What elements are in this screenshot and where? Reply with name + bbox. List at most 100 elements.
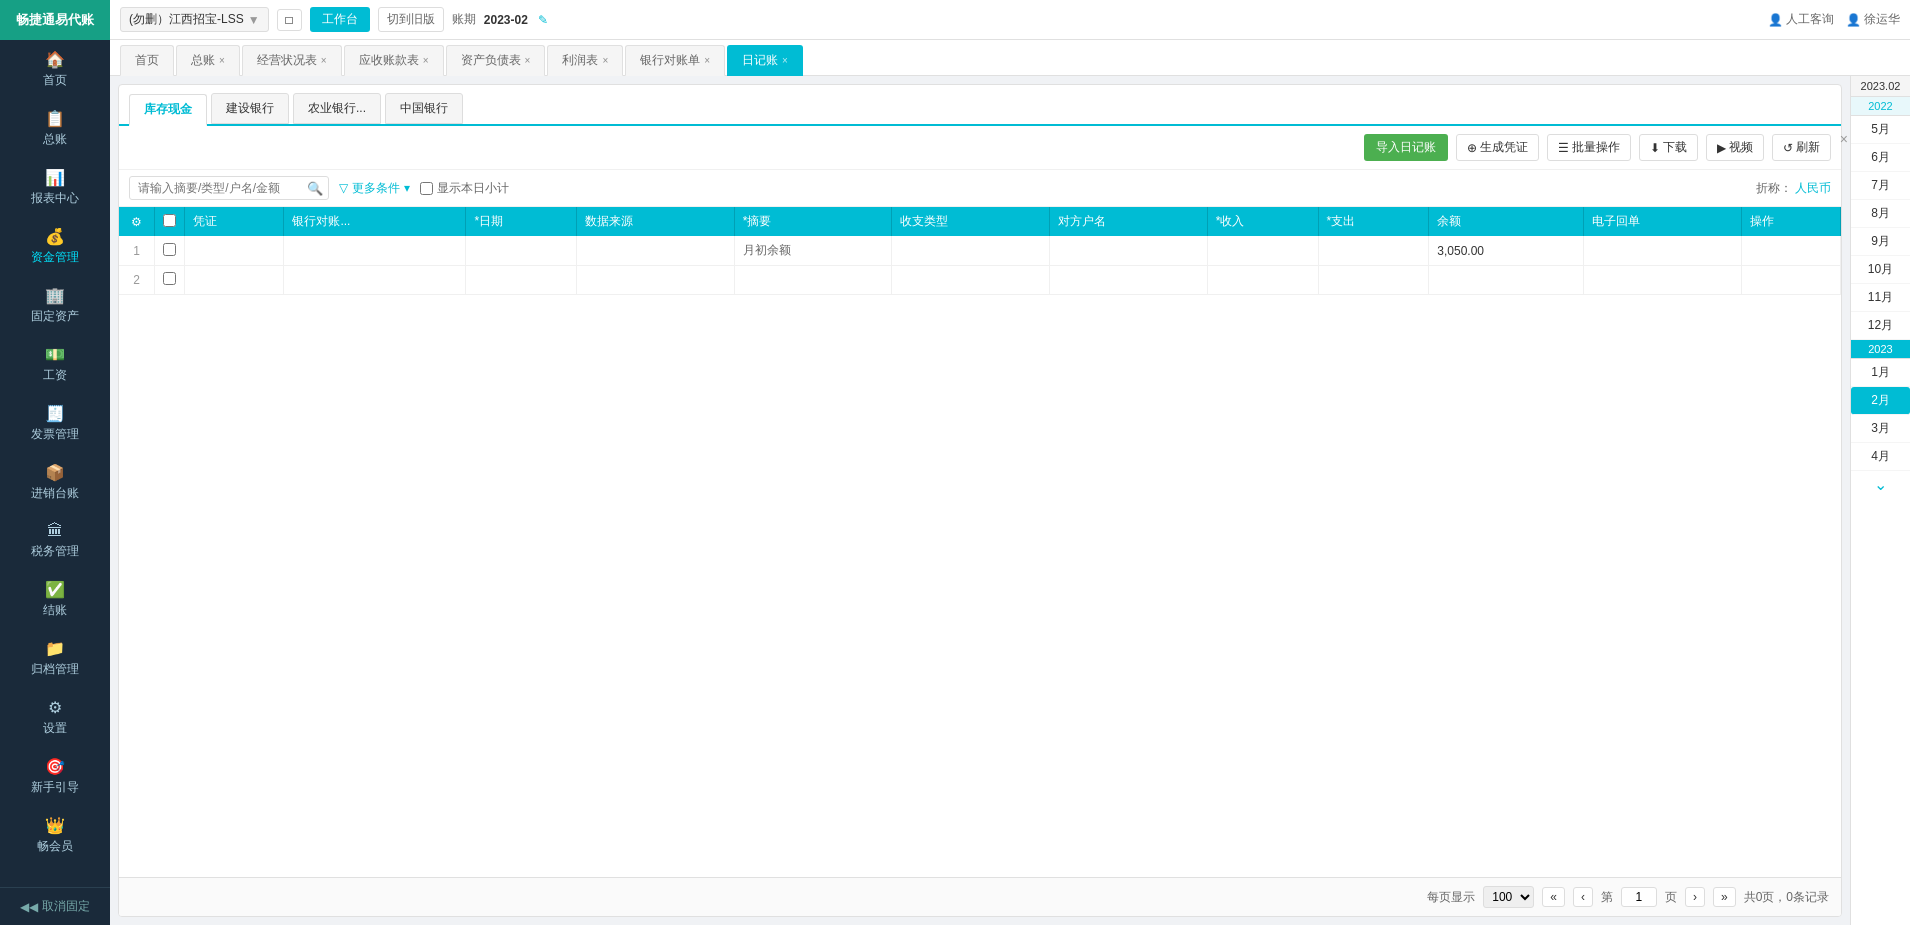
row-bank-2 bbox=[284, 266, 466, 295]
row-checkbox-1[interactable] bbox=[155, 236, 185, 266]
report-icon: 📊 bbox=[45, 168, 65, 187]
filter-dropdown-icon: ▾ bbox=[404, 181, 410, 195]
filter-button[interactable]: ▽ 更多条件 ▾ bbox=[339, 180, 410, 197]
download-button[interactable]: ⬇ 下载 bbox=[1639, 134, 1698, 161]
cal-month-6[interactable]: 6月 bbox=[1851, 144, 1910, 172]
tab-balance[interactable]: 资产负债表 × bbox=[446, 45, 546, 76]
close-calendar-button[interactable]: × bbox=[1840, 131, 1848, 147]
cal-month-2023-4[interactable]: 4月 bbox=[1851, 443, 1910, 471]
row-checkbox-2[interactable] bbox=[155, 266, 185, 295]
page-number-input[interactable] bbox=[1621, 887, 1657, 907]
col-action: 操作 bbox=[1741, 207, 1841, 236]
sidebar-item-tax[interactable]: 🏛 税务管理 bbox=[0, 512, 110, 570]
cal-month-2023-2[interactable]: 2月 bbox=[1851, 387, 1910, 415]
row-voucher-2 bbox=[185, 266, 284, 295]
sidebar-item-finance[interactable]: 💰 资金管理 bbox=[0, 217, 110, 276]
cal-month-8[interactable]: 8月 bbox=[1851, 200, 1910, 228]
batch-icon: ☰ bbox=[1558, 141, 1569, 155]
company-selector[interactable]: (勿删）江西招宝-LSS ▼ bbox=[120, 7, 269, 32]
cal-month-2023-1[interactable]: 1月 bbox=[1851, 359, 1910, 387]
app-logo: 畅捷通易代账 bbox=[0, 0, 110, 40]
batch-button[interactable]: ☰ 批量操作 bbox=[1547, 134, 1631, 161]
row-type-1 bbox=[892, 236, 1050, 266]
sidebar-item-assets[interactable]: 🏢 固定资产 bbox=[0, 276, 110, 335]
col-settings[interactable]: ⚙ bbox=[119, 207, 155, 236]
coin-value[interactable]: 人民币 bbox=[1795, 181, 1831, 195]
row-expense-2 bbox=[1318, 266, 1429, 295]
cal-month-9[interactable]: 9月 bbox=[1851, 228, 1910, 256]
tab-home[interactable]: 首页 bbox=[120, 45, 174, 76]
col-checkbox-header[interactable] bbox=[155, 207, 185, 236]
tab-balance-close[interactable]: × bbox=[525, 55, 531, 66]
sidebar-item-settings[interactable]: ⚙ 设置 bbox=[0, 688, 110, 747]
tab-ledger[interactable]: 总账 × bbox=[176, 45, 240, 76]
sidebar-item-salary[interactable]: 💵 工资 bbox=[0, 335, 110, 394]
user-menu[interactable]: 👤 徐运华 bbox=[1846, 11, 1900, 28]
close-account-icon: ✅ bbox=[45, 580, 65, 599]
sidebar-item-member[interactable]: 👑 畅会员 bbox=[0, 806, 110, 865]
switch-old-button[interactable]: 切到旧版 bbox=[378, 7, 444, 32]
tab-ledger-close[interactable]: × bbox=[219, 55, 225, 66]
copy-button[interactable]: □ bbox=[277, 9, 302, 31]
unpin-sidebar[interactable]: ◀◀ 取消固定 bbox=[0, 887, 110, 925]
import-journal-button[interactable]: 导入日记账 bbox=[1364, 134, 1448, 161]
cal-month-7[interactable]: 7月 bbox=[1851, 172, 1910, 200]
tab-business-close[interactable]: × bbox=[321, 55, 327, 66]
cal-year-2022[interactable]: 2022 bbox=[1851, 97, 1910, 116]
sidebar-item-invoice[interactable]: 🧾 发票管理 bbox=[0, 394, 110, 453]
sidebar-item-home[interactable]: 🏠 首页 bbox=[0, 40, 110, 99]
cal-month-2023-3[interactable]: 3月 bbox=[1851, 415, 1910, 443]
show-daily-checkbox[interactable] bbox=[420, 182, 433, 195]
tab-journal[interactable]: 日记账 × bbox=[727, 45, 803, 76]
filter-icon: ▽ bbox=[339, 181, 348, 195]
tab-receivable-close[interactable]: × bbox=[423, 55, 429, 66]
prev-page-button[interactable]: ‹ bbox=[1573, 887, 1593, 907]
sidebar-item-reports[interactable]: 📊 报表中心 bbox=[0, 158, 110, 217]
sidebar-item-ledger[interactable]: 📋 总账 bbox=[0, 99, 110, 158]
last-page-button[interactable]: » bbox=[1713, 887, 1736, 907]
tab-journal-close[interactable]: × bbox=[782, 55, 788, 66]
refresh-button[interactable]: ↺ 刷新 bbox=[1772, 134, 1831, 161]
col-voucher: 凭证 bbox=[185, 207, 284, 236]
sub-tab-abc[interactable]: 农业银行... bbox=[293, 93, 381, 124]
sub-tab-ccb[interactable]: 建设银行 bbox=[211, 93, 289, 124]
row-income-2 bbox=[1207, 266, 1318, 295]
period-edit-icon[interactable]: ✎ bbox=[538, 13, 548, 27]
col-counterpart: 对方户名 bbox=[1050, 207, 1208, 236]
cal-month-11[interactable]: 11月 bbox=[1851, 284, 1910, 312]
tab-profit-close[interactable]: × bbox=[602, 55, 608, 66]
workbench-button[interactable]: 工作台 bbox=[310, 7, 370, 32]
per-page-label: 每页显示 bbox=[1427, 889, 1475, 906]
row-summary-2 bbox=[734, 266, 892, 295]
page-label: 第 bbox=[1601, 889, 1613, 906]
sub-tab-boc[interactable]: 中国银行 bbox=[385, 93, 463, 124]
tab-profit[interactable]: 利润表 × bbox=[547, 45, 623, 76]
tab-business[interactable]: 经营状况表 × bbox=[242, 45, 342, 76]
period-value: 2023-02 bbox=[484, 13, 528, 27]
row-bank-1 bbox=[284, 236, 466, 266]
col-gear-icon[interactable]: ⚙ bbox=[131, 215, 142, 229]
gen-voucher-button[interactable]: ⊕ 生成凭证 bbox=[1456, 134, 1539, 161]
tab-bank[interactable]: 银行对账单 × bbox=[625, 45, 725, 76]
sub-tab-cash[interactable]: 库存现金 bbox=[129, 94, 207, 126]
cal-month-10[interactable]: 10月 bbox=[1851, 256, 1910, 284]
next-page-button[interactable]: › bbox=[1685, 887, 1705, 907]
tab-receivable[interactable]: 应收账款表 × bbox=[344, 45, 444, 76]
cal-nav-down[interactable]: ⌄ bbox=[1874, 471, 1887, 498]
cal-month-5[interactable]: 5月 bbox=[1851, 116, 1910, 144]
view-button[interactable]: ▶ 视频 bbox=[1706, 134, 1764, 161]
cal-year-2023[interactable]: 2023 bbox=[1851, 340, 1910, 359]
col-type: 收支类型 bbox=[892, 207, 1050, 236]
sidebar-item-guide[interactable]: 🎯 新手引导 bbox=[0, 747, 110, 806]
search-input[interactable] bbox=[129, 176, 329, 200]
sidebar-item-close[interactable]: ✅ 结账 bbox=[0, 570, 110, 629]
tab-bank-close[interactable]: × bbox=[704, 55, 710, 66]
cal-month-12[interactable]: 12月 bbox=[1851, 312, 1910, 340]
sidebar-item-archive[interactable]: 📁 归档管理 bbox=[0, 629, 110, 688]
per-page-select[interactable]: 100 50 200 bbox=[1483, 886, 1534, 908]
sidebar-item-purchase[interactable]: 📦 进销台账 bbox=[0, 453, 110, 512]
first-page-button[interactable]: « bbox=[1542, 887, 1565, 907]
select-all-checkbox[interactable] bbox=[163, 214, 176, 227]
help-button[interactable]: 👤 人工客询 bbox=[1768, 11, 1834, 28]
row-counterpart-1 bbox=[1050, 236, 1208, 266]
